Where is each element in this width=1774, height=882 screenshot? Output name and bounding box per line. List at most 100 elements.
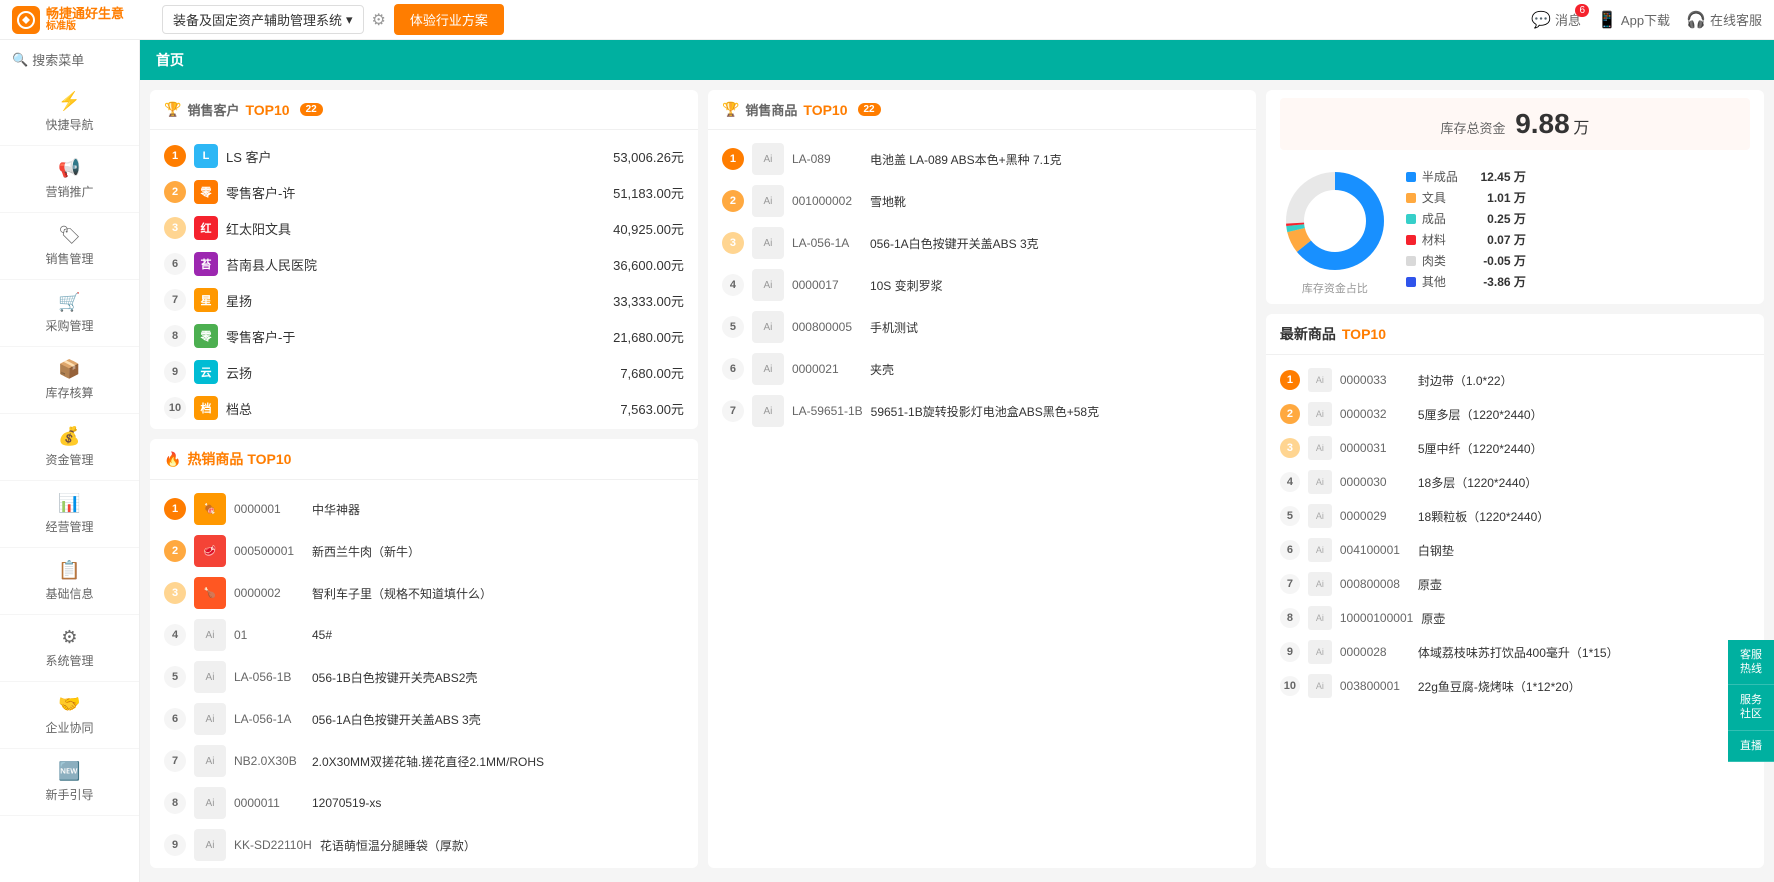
system-selector[interactable]: 装备及固定资产辅助管理系统 ▾	[162, 5, 364, 34]
product-name: 5厘多层（1220*2440）	[1418, 406, 1750, 423]
sidebar-item-label: 系统管理	[45, 652, 93, 669]
list-item: 7 Ai 000800008 原壶	[1266, 567, 1764, 601]
product-thumbnail: 🍖	[194, 493, 226, 525]
sidebar-item-marketing[interactable]: 📢 营销推广	[0, 146, 139, 213]
product-thumbnail: Ai	[1308, 674, 1332, 698]
live-stream-button[interactable]: 直播	[1728, 731, 1774, 762]
product-code: 000800005	[792, 320, 862, 334]
legend-item: 肉类 -0.05 万	[1406, 252, 1526, 269]
sales-amount: 36,600.00元	[613, 255, 684, 274]
rank-number: 6	[722, 358, 744, 380]
product-name: 056-1A白色按键开关盖ABS 3壳	[312, 711, 684, 728]
rank-number: 4	[1280, 472, 1300, 492]
experience-button[interactable]: 体验行业方案	[394, 4, 504, 35]
product-code: 0000021	[792, 362, 862, 376]
customer-name: 零售客户-于	[226, 327, 605, 346]
sidebar-item-label: 新手引导	[45, 786, 93, 803]
legend-dot	[1406, 256, 1416, 266]
list-item: 2 🥩 000500001 新西兰牛肉（新牛）	[150, 530, 698, 572]
home-tab[interactable]: 首页	[156, 52, 184, 68]
sales-amount: 53,006.26元	[613, 147, 684, 166]
sidebar-item-label: 资金管理	[45, 451, 93, 468]
product-thumbnail: Ai	[1308, 538, 1332, 562]
sidebar-item-finance[interactable]: 💰 资金管理	[0, 414, 139, 481]
product-name: 056-1A白色按键开关盖ABS 3克	[870, 235, 1242, 252]
avatar: 红	[194, 216, 218, 240]
newest-top-label: TOP10	[1342, 326, 1386, 342]
sales-amount: 21,680.00元	[613, 327, 684, 346]
sidebar-item-label: 营销推广	[45, 183, 93, 200]
list-item: 1 Ai 0000033 封边带（1.0*22）	[1266, 363, 1764, 397]
avatar: L	[194, 144, 218, 168]
search-menu-label: 搜索菜单	[32, 50, 84, 69]
product-code: NB2.0X30B	[234, 754, 304, 768]
sidebar-item-sales[interactable]: 🏷 销售管理	[0, 213, 139, 280]
rank-number: 2	[722, 190, 744, 212]
purchase-icon: 🛒	[58, 292, 80, 313]
sidebar-item-basic-info[interactable]: 📋 基础信息	[0, 548, 139, 615]
product-thumbnail: Ai	[1308, 436, 1332, 460]
list-item: 7 Ai NB2.0X30B 2.0X30MM双搓花轴.搓花直径2.1MM/RO…	[150, 740, 698, 782]
inventory-legend: 半成品 12.45 万 文具 1.01 万 成品 0	[1406, 168, 1526, 294]
product-code: 0000031	[1340, 441, 1410, 455]
list-item: 6 Ai 0000021 夹壳	[708, 348, 1256, 390]
product-code: LA-056-1A	[234, 712, 304, 726]
product-code: 0000017	[792, 278, 862, 292]
product-code: 0000029	[1340, 509, 1410, 523]
gear-icon[interactable]: ⚙	[372, 10, 386, 30]
sidebar-item-label: 基础信息	[45, 585, 93, 602]
system-icon: ⚙	[61, 627, 77, 648]
sales-rank-top-label: TOP10	[245, 102, 289, 118]
service-community-button[interactable]: 服务社区	[1728, 685, 1774, 731]
sales-amount: 7,680.00元	[620, 363, 684, 382]
hot-products-list: 1 🍖 0000001 中华神器 2 🥩 000500001 新西兰牛肉（新牛）	[150, 480, 698, 868]
product-name: 原壶	[1418, 576, 1750, 593]
product-name: 手机测试	[870, 319, 1242, 336]
list-item: 6 Ai 004100001 白钢垫	[1266, 533, 1764, 567]
sales-amount: 51,183.00元	[613, 183, 684, 202]
product-code: 0000011	[234, 796, 304, 810]
avatar: 零	[194, 324, 218, 348]
message-button[interactable]: 💬 消息 6	[1531, 10, 1581, 30]
product-name: 中华神器	[312, 501, 684, 518]
customer-name: LS 客户	[226, 147, 605, 166]
rank-number: 1	[164, 145, 186, 167]
table-row: 2 零 零售客户-许 51,183.00元	[150, 174, 698, 210]
product-name: 花语萌恒温分腿睡袋（厚款）	[320, 837, 684, 854]
product-name: 新西兰牛肉（新牛）	[312, 543, 684, 560]
app-label: App下载	[1621, 10, 1670, 29]
inventory-total: 库存总资金 9.88 万	[1280, 98, 1750, 150]
product-code: 001000002	[792, 194, 862, 208]
list-item: 2 Ai 001000002 雪地靴	[708, 180, 1256, 222]
avatar: 零	[194, 180, 218, 204]
quick-nav-icon: ⚡	[58, 91, 80, 112]
product-code: LA-089	[792, 152, 862, 166]
search-menu-button[interactable]: 🔍 搜索菜单	[0, 40, 139, 79]
product-thumbnail: Ai	[1308, 572, 1332, 596]
sidebar-item-quick-nav[interactable]: ⚡ 快捷导航	[0, 79, 139, 146]
rank-number: 8	[164, 325, 186, 347]
rank-number: 3	[164, 582, 186, 604]
product-code: 0000032	[1340, 407, 1410, 421]
list-item: 4 Ai 0000017 10S 变刺罗浆	[708, 264, 1256, 306]
online-service-button[interactable]: 🎧 在线客服	[1686, 10, 1762, 30]
list-item: 2 Ai 0000032 5厘多层（1220*2440）	[1266, 397, 1764, 431]
avatar: 云	[194, 360, 218, 384]
sidebar-item-newbie[interactable]: 🆕 新手引导	[0, 749, 139, 816]
list-item: 8 Ai 0000011 12070519-xs	[150, 782, 698, 824]
app-download-button[interactable]: 📱 App下载	[1597, 10, 1670, 30]
sidebar-item-inventory[interactable]: 📦 库存核算	[0, 347, 139, 414]
customer-service-button[interactable]: 客服热线	[1728, 640, 1774, 686]
inventory-total-label: 库存总资金	[1441, 121, 1506, 136]
headset-icon: 🎧	[1686, 10, 1706, 30]
message-icon: 💬	[1531, 10, 1551, 30]
rank-number: 9	[1280, 642, 1300, 662]
product-name: 10S 变刺罗浆	[870, 277, 1242, 294]
table-row: 6 苔 苔南县人民医院 36,600.00元	[150, 246, 698, 282]
sidebar-item-enterprise[interactable]: 🤝 企业协同	[0, 682, 139, 749]
sidebar-item-system[interactable]: ⚙ 系统管理	[0, 615, 139, 682]
product-thumbnail: Ai	[752, 311, 784, 343]
sales-amount: 7,563.00元	[620, 399, 684, 418]
sidebar-item-operations[interactable]: 📊 经营管理	[0, 481, 139, 548]
sidebar-item-purchase[interactable]: 🛒 采购管理	[0, 280, 139, 347]
